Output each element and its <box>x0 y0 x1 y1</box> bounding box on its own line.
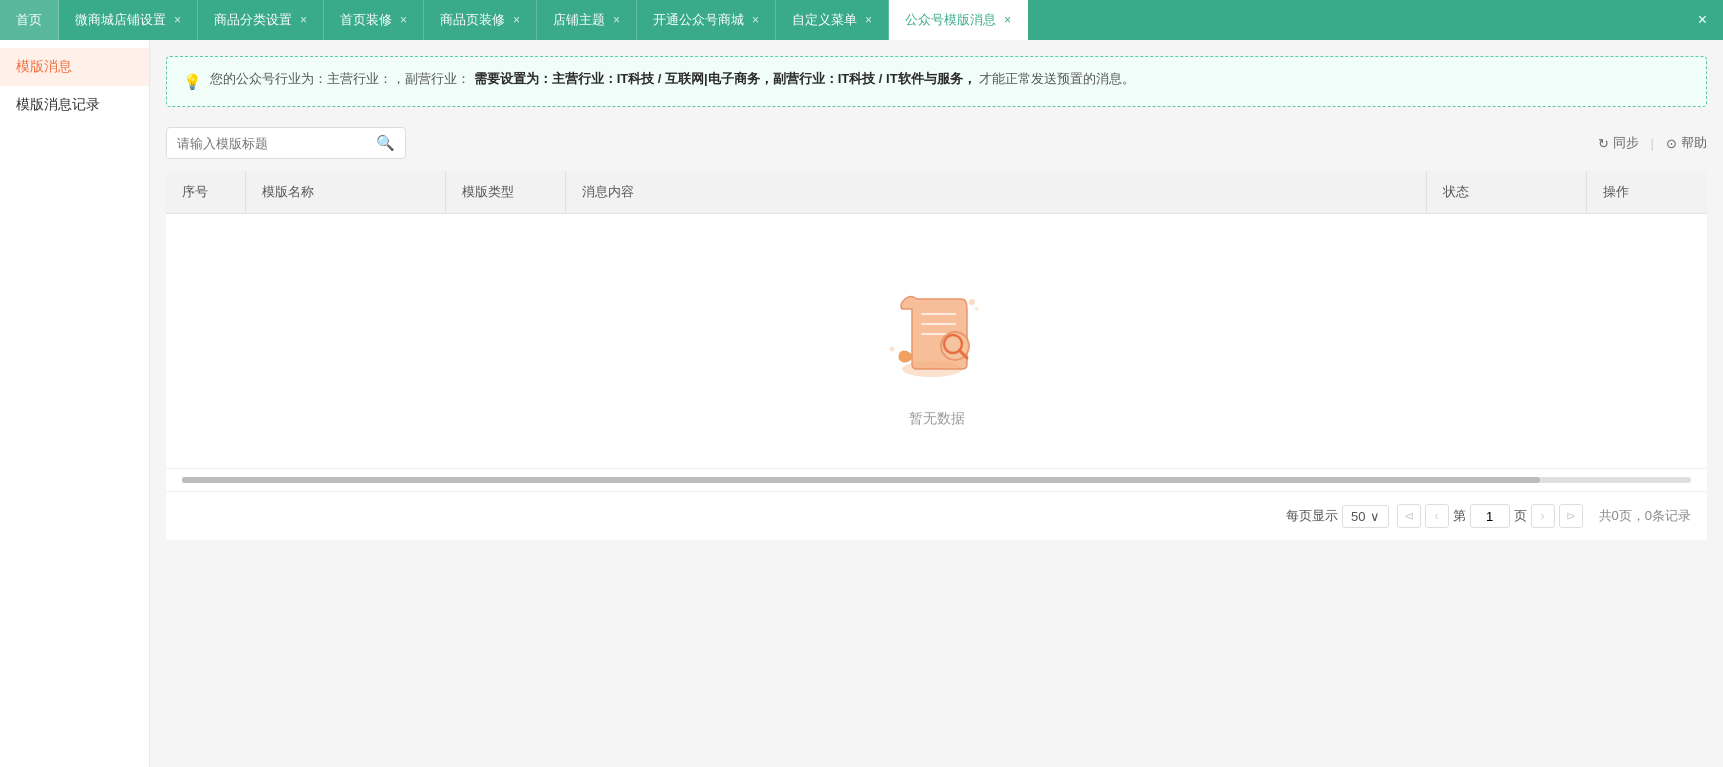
empty-illustration <box>877 274 997 394</box>
notice-suffix: 才能正常发送预置的消息。 <box>979 71 1135 86</box>
empty-text: 暂无数据 <box>909 410 965 428</box>
first-page-button[interactable]: ⊲ <box>1397 504 1421 528</box>
col-action: 操作 <box>1587 171 1707 213</box>
toolbar-right: ↻ 同步 | ⊙ 帮助 <box>1598 134 1707 152</box>
help-button[interactable]: ⊙ 帮助 <box>1666 134 1707 152</box>
sync-button[interactable]: ↻ 同步 <box>1598 134 1639 152</box>
help-label: 帮助 <box>1681 134 1707 152</box>
sidebar-item-template-msg[interactable]: 模版消息 <box>0 48 149 86</box>
scrollbar-thumb[interactable] <box>182 477 1540 483</box>
last-page-button[interactable]: ⊳ <box>1559 504 1583 528</box>
page-size-select: 每页显示 50 ∨ <box>1286 505 1388 528</box>
tab-theme[interactable]: 店铺主题 × <box>537 0 637 40</box>
page-navigation: ⊲ ‹ 第 页 › ⊳ <box>1397 504 1583 528</box>
pagination: 每页显示 50 ∨ ⊲ ‹ 第 页 › ⊳ <box>166 491 1707 540</box>
notice-highlight: 需要设置为：主营行业：IT科技 / 互联网|电子商务，副营行业：IT科技 / I… <box>474 71 976 86</box>
tab-custommenu[interactable]: 自定义菜单 × <box>776 0 889 40</box>
page-size-label: 每页显示 <box>1286 507 1338 525</box>
empty-state: 暂无数据 <box>166 214 1707 468</box>
search-button[interactable]: 🔍 <box>366 128 405 158</box>
svg-point-7 <box>969 299 975 305</box>
col-type: 模版类型 <box>446 171 566 213</box>
notice-prefix: 您的公众号行业为：主营行业：，副营行业： <box>210 71 470 86</box>
tab-product-close[interactable]: × <box>513 13 520 27</box>
tab-template-label: 公众号模版消息 <box>905 11 996 29</box>
search-input[interactable] <box>167 130 366 157</box>
tab-template-close[interactable]: × <box>1004 13 1011 27</box>
tab-weishop-close[interactable]: × <box>174 13 181 27</box>
tab-custommenu-close[interactable]: × <box>865 13 872 27</box>
main-layout: 模版消息 模版消息记录 💡 您的公众号行业为：主营行业：，副营行业： 需要设置为… <box>0 40 1723 767</box>
col-index: 序号 <box>166 171 246 213</box>
tab-mall[interactable]: 开通公众号商城 × <box>637 0 776 40</box>
col-name: 模版名称 <box>246 171 446 213</box>
notice-icon: 💡 <box>183 70 202 94</box>
page-label-before: 第 <box>1453 507 1466 525</box>
data-table: 序号 模版名称 模版类型 消息内容 状态 操作 <box>166 171 1707 540</box>
page-size-dropdown[interactable]: 50 ∨ <box>1342 505 1388 528</box>
tab-homepage[interactable]: 首页装修 × <box>324 0 424 40</box>
window-close-button[interactable]: × <box>1682 0 1723 40</box>
svg-point-8 <box>975 307 979 311</box>
col-content: 消息内容 <box>566 171 1427 213</box>
notice-box: 💡 您的公众号行业为：主营行业：，副营行业： 需要设置为：主营行业：IT科技 /… <box>166 56 1707 107</box>
help-icon: ⊙ <box>1666 136 1677 151</box>
sync-label: 同步 <box>1613 134 1639 152</box>
tab-weishop[interactable]: 微商城店铺设置 × <box>59 0 198 40</box>
svg-point-9 <box>889 347 894 352</box>
tab-home[interactable]: 首页 <box>0 0 59 40</box>
tab-template[interactable]: 公众号模版消息 × <box>889 0 1028 40</box>
main-content: 💡 您的公众号行业为：主营行业：，副营行业： 需要设置为：主营行业：IT科技 /… <box>150 40 1723 767</box>
tab-mall-label: 开通公众号商城 <box>653 11 744 29</box>
col-status: 状态 <box>1427 171 1587 213</box>
tab-homepage-label: 首页装修 <box>340 11 392 29</box>
scrollbar-area[interactable] <box>166 468 1707 491</box>
page-input-group: 第 页 <box>1453 504 1527 528</box>
chevron-down-icon: ∨ <box>1370 509 1380 524</box>
tab-product[interactable]: 商品页装修 × <box>424 0 537 40</box>
tab-bar: 首页 微商城店铺设置 × 商品分类设置 × 首页装修 × 商品页装修 × 店铺主… <box>0 0 1723 40</box>
tab-category[interactable]: 商品分类设置 × <box>198 0 324 40</box>
sidebar: 模版消息 模版消息记录 <box>0 40 150 767</box>
prev-page-button[interactable]: ‹ <box>1425 504 1449 528</box>
tab-custommenu-label: 自定义菜单 <box>792 11 857 29</box>
page-number-input[interactable] <box>1470 504 1510 528</box>
tab-weishop-label: 微商城店铺设置 <box>75 11 166 29</box>
search-group: 🔍 <box>166 127 406 159</box>
tab-theme-label: 店铺主题 <box>553 11 605 29</box>
total-info: 共0页，0条记录 <box>1599 507 1691 525</box>
next-page-button[interactable]: › <box>1531 504 1555 528</box>
tab-mall-close[interactable]: × <box>752 13 759 27</box>
tab-home-label: 首页 <box>16 11 42 29</box>
page-label-after: 页 <box>1514 507 1527 525</box>
scrollbar-track[interactable] <box>182 477 1691 483</box>
tab-category-label: 商品分类设置 <box>214 11 292 29</box>
tab-product-label: 商品页装修 <box>440 11 505 29</box>
page-size-value: 50 <box>1351 509 1365 524</box>
sidebar-item-template-record[interactable]: 模版消息记录 <box>0 86 149 124</box>
sync-icon: ↻ <box>1598 136 1609 151</box>
tab-homepage-close[interactable]: × <box>400 13 407 27</box>
table-header: 序号 模版名称 模版类型 消息内容 状态 操作 <box>166 171 1707 214</box>
tab-theme-close[interactable]: × <box>613 13 620 27</box>
toolbar: 🔍 ↻ 同步 | ⊙ 帮助 <box>166 127 1707 159</box>
tab-category-close[interactable]: × <box>300 13 307 27</box>
toolbar-divider: | <box>1651 136 1654 151</box>
